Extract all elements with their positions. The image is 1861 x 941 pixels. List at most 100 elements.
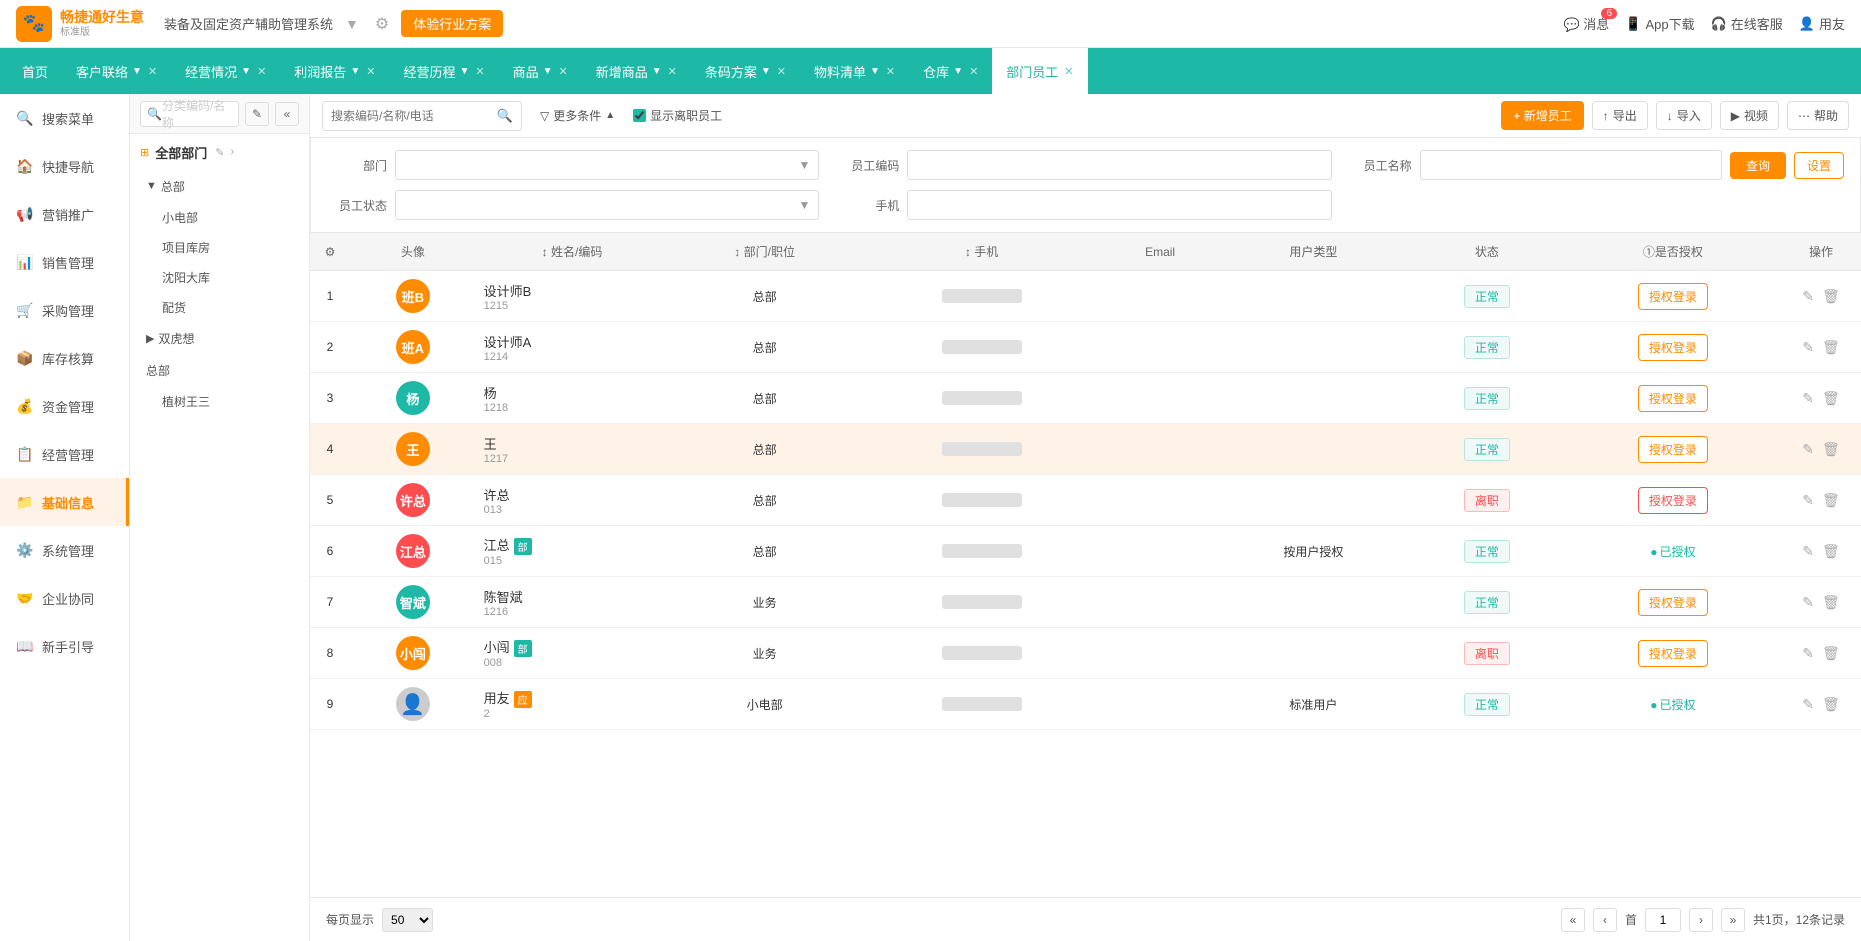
delete-icon[interactable]: 🗑 <box>1822 645 1840 662</box>
tree-section-all[interactable]: ⊞ 全部部门 ✎ › <box>130 134 309 170</box>
nav-close-barcode[interactable]: ✕ <box>777 65 786 78</box>
emp-name-input[interactable] <box>1420 150 1722 180</box>
sidebar-item-inventory[interactable]: 📦 库存核算 <box>0 334 129 382</box>
auth-button-resigned[interactable]: 授权登录 <box>1638 487 1708 514</box>
nav-item-new-goods[interactable]: 新增商品 ▼ ✕ <box>582 48 691 94</box>
delete-icon[interactable]: 🗑 <box>1822 696 1840 713</box>
nav-item-profit[interactable]: 利润报告 ▼ ✕ <box>280 48 389 94</box>
nav-close-history[interactable]: ✕ <box>475 65 484 78</box>
phone-input[interactable] <box>907 190 1331 220</box>
edit-icon[interactable]: ✎ <box>1802 339 1814 356</box>
prev-page-btn[interactable]: ‹ <box>1593 908 1617 932</box>
edit-icon[interactable]: ✎ <box>1802 645 1814 662</box>
more-filter-btn[interactable]: ▽ 更多条件 ▲ <box>532 103 623 128</box>
nav-close-warehouse[interactable]: ✕ <box>969 65 978 78</box>
delete-icon[interactable]: 🗑 <box>1822 288 1840 305</box>
auth-button[interactable]: 授权登录 <box>1638 589 1708 616</box>
nav-close-goods[interactable]: ✕ <box>559 65 568 78</box>
nav-close-new-goods[interactable]: ✕ <box>668 65 677 78</box>
search-submit-icon[interactable]: 🔍 <box>497 108 513 124</box>
sidebar-item-operations[interactable]: 📋 经营管理 <box>0 430 129 478</box>
first-page-btn[interactable]: « <box>1561 908 1585 932</box>
edit-icon[interactable]: ✎ <box>1802 390 1814 407</box>
tree-item-elec[interactable]: 小电部 <box>130 202 309 232</box>
dept-select[interactable]: ▼ <box>395 150 819 180</box>
edit-icon[interactable]: ✎ <box>1802 441 1814 458</box>
tree-item-shuanghu[interactable]: ▶ 双虎想 <box>130 322 309 354</box>
sidebar-item-nav[interactable]: 🏠 快捷导航 <box>0 142 129 190</box>
auth-button[interactable]: 授权登录 <box>1638 385 1708 412</box>
sidebar-item-system[interactable]: ⚙️ 系统管理 <box>0 526 129 574</box>
trial-button[interactable]: 体验行业方案 <box>401 10 503 37</box>
nav-close-customer[interactable]: ✕ <box>148 65 157 78</box>
show-resigned-checkbox[interactable] <box>633 109 646 122</box>
emp-code-input[interactable] <box>907 150 1331 180</box>
nav-close-profit[interactable]: ✕ <box>366 65 375 78</box>
sidebar-item-guide[interactable]: 📖 新手引导 <box>0 622 129 670</box>
auth-button[interactable]: 授权登录 <box>1638 283 1708 310</box>
nav-close-materials[interactable]: ✕ <box>886 65 895 78</box>
search-input[interactable] <box>331 109 493 123</box>
auth-button[interactable]: 授权登录 <box>1638 436 1708 463</box>
nav-close-business[interactable]: ✕ <box>257 65 266 78</box>
user-btn[interactable]: 👤 用友 <box>1799 14 1845 33</box>
col-dept[interactable]: ↕ 部门/职位 <box>668 233 861 271</box>
next-page-btn[interactable]: › <box>1689 908 1713 932</box>
sidebar-item-search[interactable]: 🔍 搜索菜单 <box>0 94 129 142</box>
nav-item-history[interactable]: 经营历程 ▼ ✕ <box>389 48 498 94</box>
show-resigned-label[interactable]: 显示离职员工 <box>633 107 722 124</box>
tree-item-shenyang[interactable]: 沈阳大库 <box>130 262 309 292</box>
tree-item-zhishu[interactable]: 植树王三 <box>130 386 309 416</box>
message-btn[interactable]: 💬 消息 6 <box>1563 14 1609 33</box>
nav-item-employee[interactable]: 部门员工 ✕ <box>992 48 1087 94</box>
nav-item-customer[interactable]: 客户联络 ▼ ✕ <box>62 48 171 94</box>
auth-button[interactable]: 授权登录 <box>1638 640 1708 667</box>
more-button[interactable]: ⋯ 帮助 <box>1787 101 1849 130</box>
tree-item-project[interactable]: 项目库房 <box>130 232 309 262</box>
online-service-btn[interactable]: 🎧 在线客服 <box>1711 14 1783 33</box>
sidebar-item-collab[interactable]: 🤝 企业协同 <box>0 574 129 622</box>
edit-icon[interactable]: ✎ <box>1802 543 1814 560</box>
edit-icon[interactable]: ✎ <box>1802 594 1814 611</box>
delete-icon[interactable]: 🗑 <box>1822 594 1840 611</box>
delete-icon[interactable]: 🗑 <box>1822 543 1840 560</box>
nav-close-employee[interactable]: ✕ <box>1064 65 1073 78</box>
nav-item-materials[interactable]: 物料清单 ▼ ✕ <box>800 48 909 94</box>
col-settings[interactable]: ⚙ <box>310 233 350 271</box>
per-page-select[interactable]: 50 100 200 <box>382 908 433 932</box>
auth-button[interactable]: 授权登录 <box>1638 334 1708 361</box>
settings-icon[interactable]: ⚙ <box>375 14 389 34</box>
page-number-input[interactable] <box>1645 908 1681 932</box>
app-download-btn[interactable]: 📱 App下载 <box>1625 14 1694 33</box>
sidebar-item-purchase[interactable]: 🛒 采购管理 <box>0 286 129 334</box>
sidebar-item-marketing[interactable]: 📢 营销推广 <box>0 190 129 238</box>
tree-edit-btn[interactable]: ✎ <box>245 102 269 126</box>
nav-item-business[interactable]: 经营情况 ▼ ✕ <box>171 48 280 94</box>
nav-item-home[interactable]: 首页 <box>8 48 62 94</box>
add-employee-button[interactable]: + 新增员工 <box>1501 101 1583 130</box>
edit-icon[interactable]: ✎ <box>1802 492 1814 509</box>
nav-item-warehouse[interactable]: 仓库 ▼ ✕ <box>909 48 992 94</box>
emp-status-select[interactable]: ▼ <box>395 190 819 220</box>
sidebar-item-finance[interactable]: 💰 资金管理 <box>0 382 129 430</box>
view-button[interactable]: ▶ 视频 <box>1720 101 1779 130</box>
search-button[interactable]: 查询 <box>1730 152 1786 179</box>
tree-item-dispatch[interactable]: 配货 <box>130 292 309 322</box>
sidebar-item-basic[interactable]: 📁 基础信息 <box>0 478 129 526</box>
export-button[interactable]: ↑ 导出 <box>1592 101 1648 130</box>
edit-icon[interactable]: ✎ <box>1802 696 1814 713</box>
col-phone[interactable]: ↕ 手机 <box>861 233 1102 271</box>
sidebar-item-sales[interactable]: 📊 销售管理 <box>0 238 129 286</box>
edit-icon[interactable]: ✎ <box>1802 288 1814 305</box>
search-box[interactable]: 🔍 <box>322 101 522 131</box>
delete-icon[interactable]: 🗑 <box>1822 492 1840 509</box>
tree-collapse-btn[interactable]: « <box>275 102 299 126</box>
set-button[interactable]: 设置 <box>1794 152 1844 179</box>
nav-item-goods[interactable]: 商品 ▼ ✕ <box>499 48 582 94</box>
tree-item-hq2[interactable]: 总部 <box>130 354 309 386</box>
delete-icon[interactable]: 🗑 <box>1822 441 1840 458</box>
tree-search-box[interactable]: 🔍 分类编码/名称 <box>140 101 239 127</box>
delete-icon[interactable]: 🗑 <box>1822 339 1840 356</box>
tree-item-headquarters[interactable]: ▼ 总部 <box>130 170 309 202</box>
import-button[interactable]: ↓ 导入 <box>1656 101 1712 130</box>
